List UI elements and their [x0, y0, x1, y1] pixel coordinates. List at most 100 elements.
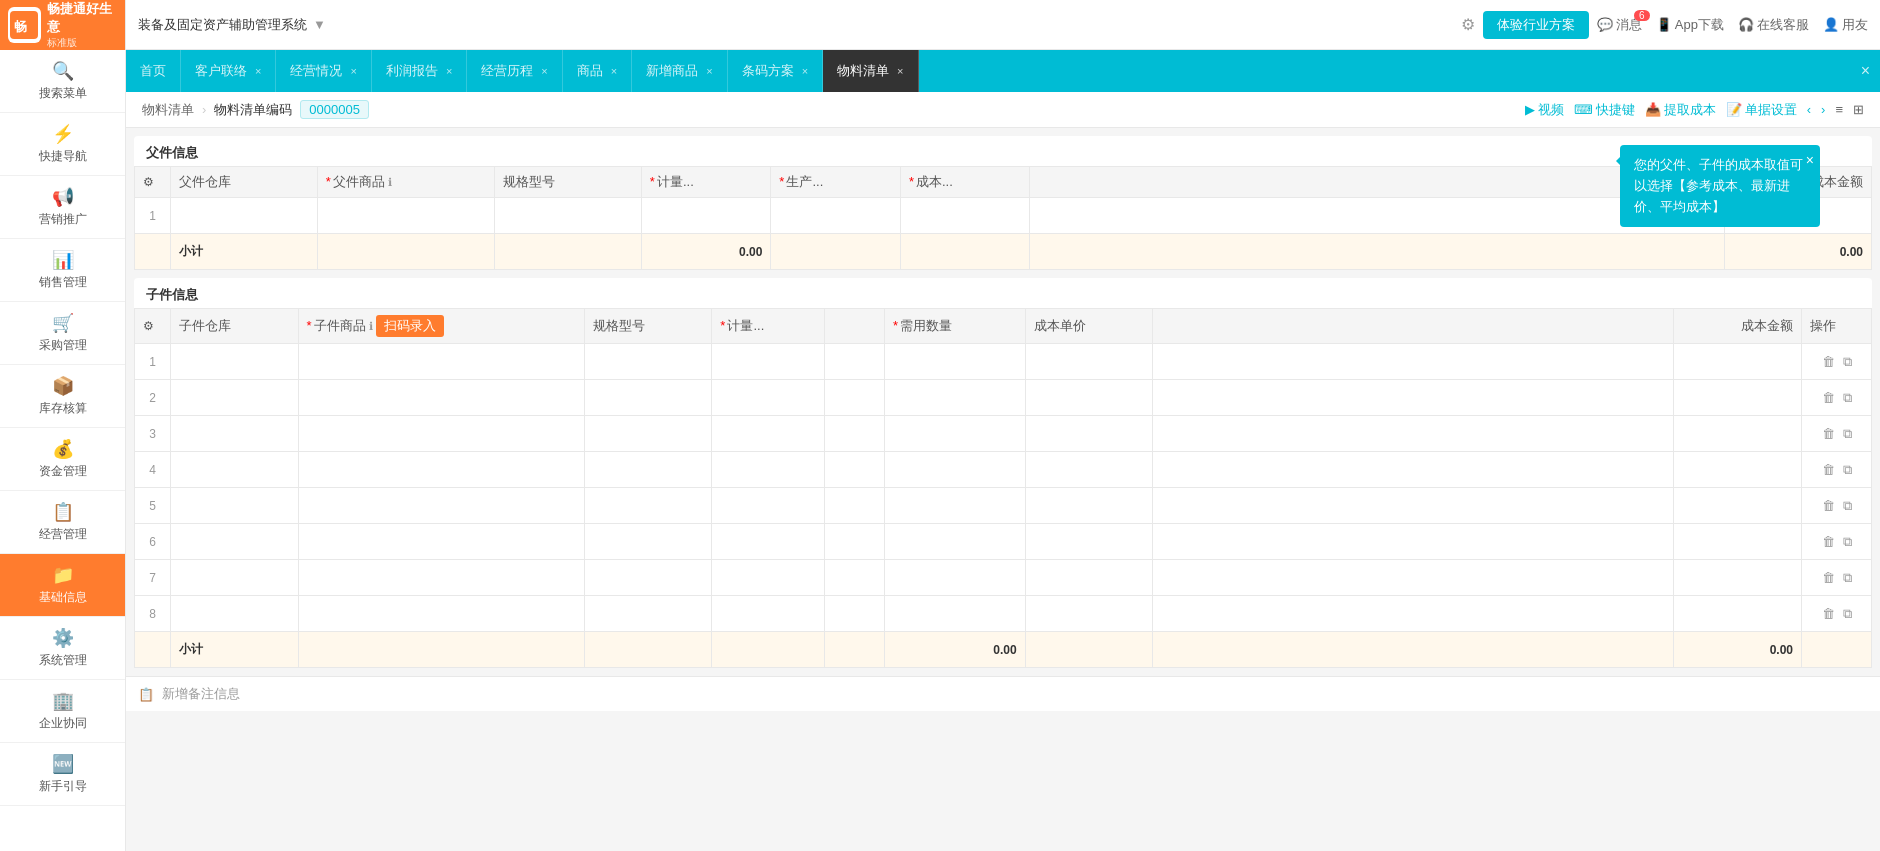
- delete-icon-8[interactable]: 🗑: [1822, 606, 1835, 622]
- tab-close-new-goods[interactable]: ×: [706, 65, 712, 77]
- delete-icon-5[interactable]: 🗑: [1822, 498, 1835, 514]
- child-row-1-qty-unit[interactable]: [712, 344, 825, 380]
- delete-icon-3[interactable]: 🗑: [1822, 426, 1835, 442]
- tab-operations-status[interactable]: 经营情况 ×: [276, 50, 371, 92]
- sidebar-item-enterprise[interactable]: 🏢 企业协同: [0, 680, 125, 743]
- grid-view-button[interactable]: ≡: [1835, 102, 1843, 117]
- child-row-1-unit-cost[interactable]: [1025, 344, 1153, 380]
- sidebar-item-finance[interactable]: 💰 资金管理: [0, 428, 125, 491]
- copy-icon-3[interactable]: ⧉: [1843, 426, 1852, 442]
- tab-barcode-plan[interactable]: 条码方案 ×: [728, 50, 823, 92]
- child-row-1-required-qty[interactable]: [884, 344, 1025, 380]
- delete-icon-7[interactable]: 🗑: [1822, 570, 1835, 586]
- table-row: 1: [135, 198, 1872, 234]
- trial-button[interactable]: 体验行业方案: [1483, 11, 1589, 39]
- user-menu[interactable]: 👤 用友: [1823, 16, 1868, 34]
- app-download-button[interactable]: 📱 App下载: [1656, 16, 1724, 34]
- tab-close-operations-history[interactable]: ×: [541, 65, 547, 77]
- video-button[interactable]: ▶ 视频: [1525, 101, 1564, 119]
- sidebar-item-inventory[interactable]: 📦 库存核算: [0, 365, 125, 428]
- child-row-3-required-qty[interactable]: [884, 416, 1025, 452]
- child-col-spacer2: [1153, 309, 1674, 344]
- parent-row-1-production[interactable]: [771, 198, 901, 234]
- message-icon: 💬: [1597, 17, 1613, 32]
- tab-close-barcode-plan[interactable]: ×: [802, 65, 808, 77]
- tab-customer[interactable]: 客户联络 ×: [181, 50, 276, 92]
- phone-icon: 📱: [1656, 17, 1672, 32]
- card-view-button[interactable]: ⊞: [1853, 102, 1864, 117]
- add-note-label[interactable]: 新增备注信息: [162, 685, 240, 703]
- online-support-button[interactable]: 🎧 在线客服: [1738, 16, 1809, 34]
- nav-prev-button[interactable]: ‹: [1807, 102, 1811, 117]
- copy-icon-5[interactable]: ⧉: [1843, 498, 1852, 514]
- child-row-2-qty-unit[interactable]: [712, 380, 825, 416]
- extract-cost-button[interactable]: 📥 提取成本: [1645, 101, 1716, 119]
- parent-row-1-cost[interactable]: [900, 198, 1030, 234]
- child-col-settings[interactable]: ⚙: [135, 309, 171, 344]
- child-row-3-spec[interactable]: [584, 416, 712, 452]
- parent-row-1-warehouse[interactable]: [171, 198, 318, 234]
- tab-close-customer[interactable]: ×: [255, 65, 261, 77]
- delete-icon-6[interactable]: 🗑: [1822, 534, 1835, 550]
- sidebar-item-quick-nav[interactable]: ⚡ 快捷导航: [0, 113, 125, 176]
- delete-icon[interactable]: 🗑: [1822, 354, 1835, 370]
- sidebar-item-sales[interactable]: 📊 销售管理: [0, 239, 125, 302]
- parent-subtotal-amount2: 0.00: [1725, 234, 1872, 270]
- breadcrumb-bom[interactable]: 物料清单: [142, 101, 194, 119]
- sidebar-item-marketing[interactable]: 📢 营销推广: [0, 176, 125, 239]
- child-row-1-goods[interactable]: [298, 344, 584, 380]
- single-setup-button[interactable]: 📝 单据设置: [1726, 101, 1797, 119]
- sidebar-item-guide[interactable]: 🆕 新手引导: [0, 743, 125, 806]
- delete-icon-4[interactable]: 🗑: [1822, 462, 1835, 478]
- child-row-3-goods[interactable]: [298, 416, 584, 452]
- tab-operations-history[interactable]: 经营历程 ×: [467, 50, 562, 92]
- delete-icon-2[interactable]: 🗑: [1822, 390, 1835, 406]
- copy-icon[interactable]: ⧉: [1843, 354, 1852, 370]
- sidebar-item-search[interactable]: 🔍 搜索菜单: [0, 50, 125, 113]
- child-row-3-unit-cost[interactable]: [1025, 416, 1153, 452]
- tab-close-profit-report[interactable]: ×: [446, 65, 452, 77]
- child-row-1-warehouse[interactable]: [171, 344, 299, 380]
- child-row-1-spec[interactable]: [584, 344, 712, 380]
- copy-icon-8[interactable]: ⧉: [1843, 606, 1852, 622]
- sidebar-item-operations[interactable]: 📋 经营管理: [0, 491, 125, 554]
- sidebar-item-purchase[interactable]: 🛒 采购管理: [0, 302, 125, 365]
- tooltip-close-button[interactable]: ×: [1806, 149, 1814, 171]
- child-subtotal-row: 小计 0.00 0.00: [135, 632, 1872, 668]
- parent-row-1-qty-unit[interactable]: [641, 198, 771, 234]
- copy-icon-2[interactable]: ⧉: [1843, 390, 1852, 406]
- copy-icon-7[interactable]: ⧉: [1843, 570, 1852, 586]
- tab-close-bom-list[interactable]: ×: [897, 65, 903, 77]
- sidebar-item-system[interactable]: ⚙️ 系统管理: [0, 617, 125, 680]
- tab-close-operations-status[interactable]: ×: [350, 65, 356, 77]
- child-row-2-required-qty[interactable]: [884, 380, 1025, 416]
- tab-home[interactable]: 首页: [126, 50, 181, 92]
- sidebar-item-basic-info[interactable]: 📁 基础信息: [0, 554, 125, 617]
- parent-col-settings[interactable]: ⚙: [135, 167, 171, 198]
- tab-profit-report[interactable]: 利润报告 ×: [372, 50, 467, 92]
- child-row-3-qty-unit[interactable]: [712, 416, 825, 452]
- parent-row-1-spec[interactable]: [495, 198, 642, 234]
- parent-row-1-goods[interactable]: [317, 198, 494, 234]
- dropdown-arrow[interactable]: ▼: [313, 17, 326, 32]
- child-info-section: 子件信息 ⚙ 子件仓库 *子件商品 ℹ 扫码录入 规格型号 *计量... *需用…: [134, 278, 1872, 668]
- nav-next-button[interactable]: ›: [1821, 102, 1825, 117]
- child-row-3-warehouse[interactable]: [171, 416, 299, 452]
- copy-icon-4[interactable]: ⧉: [1843, 462, 1852, 478]
- child-row-2-spec[interactable]: [584, 380, 712, 416]
- child-row-2-goods[interactable]: [298, 380, 584, 416]
- copy-icon-6[interactable]: ⧉: [1843, 534, 1852, 550]
- settings-icon[interactable]: ⚙: [1461, 15, 1475, 34]
- message-button[interactable]: 💬 消息 6: [1597, 16, 1642, 34]
- inventory-icon: 📦: [52, 375, 74, 397]
- child-subtotal-amount1: 0.00: [884, 632, 1025, 668]
- tab-bom-list[interactable]: 物料清单 ×: [823, 50, 918, 92]
- tab-new-goods[interactable]: 新增商品 ×: [632, 50, 727, 92]
- child-row-2-unit-cost[interactable]: [1025, 380, 1153, 416]
- child-row-2-warehouse[interactable]: [171, 380, 299, 416]
- shortcut-button[interactable]: ⌨ 快捷键: [1574, 101, 1635, 119]
- tab-close-goods[interactable]: ×: [611, 65, 617, 77]
- tab-goods[interactable]: 商品 ×: [563, 50, 632, 92]
- close-all-tabs-button[interactable]: ×: [1851, 62, 1880, 80]
- scan-input-button[interactable]: 扫码录入: [376, 315, 444, 337]
